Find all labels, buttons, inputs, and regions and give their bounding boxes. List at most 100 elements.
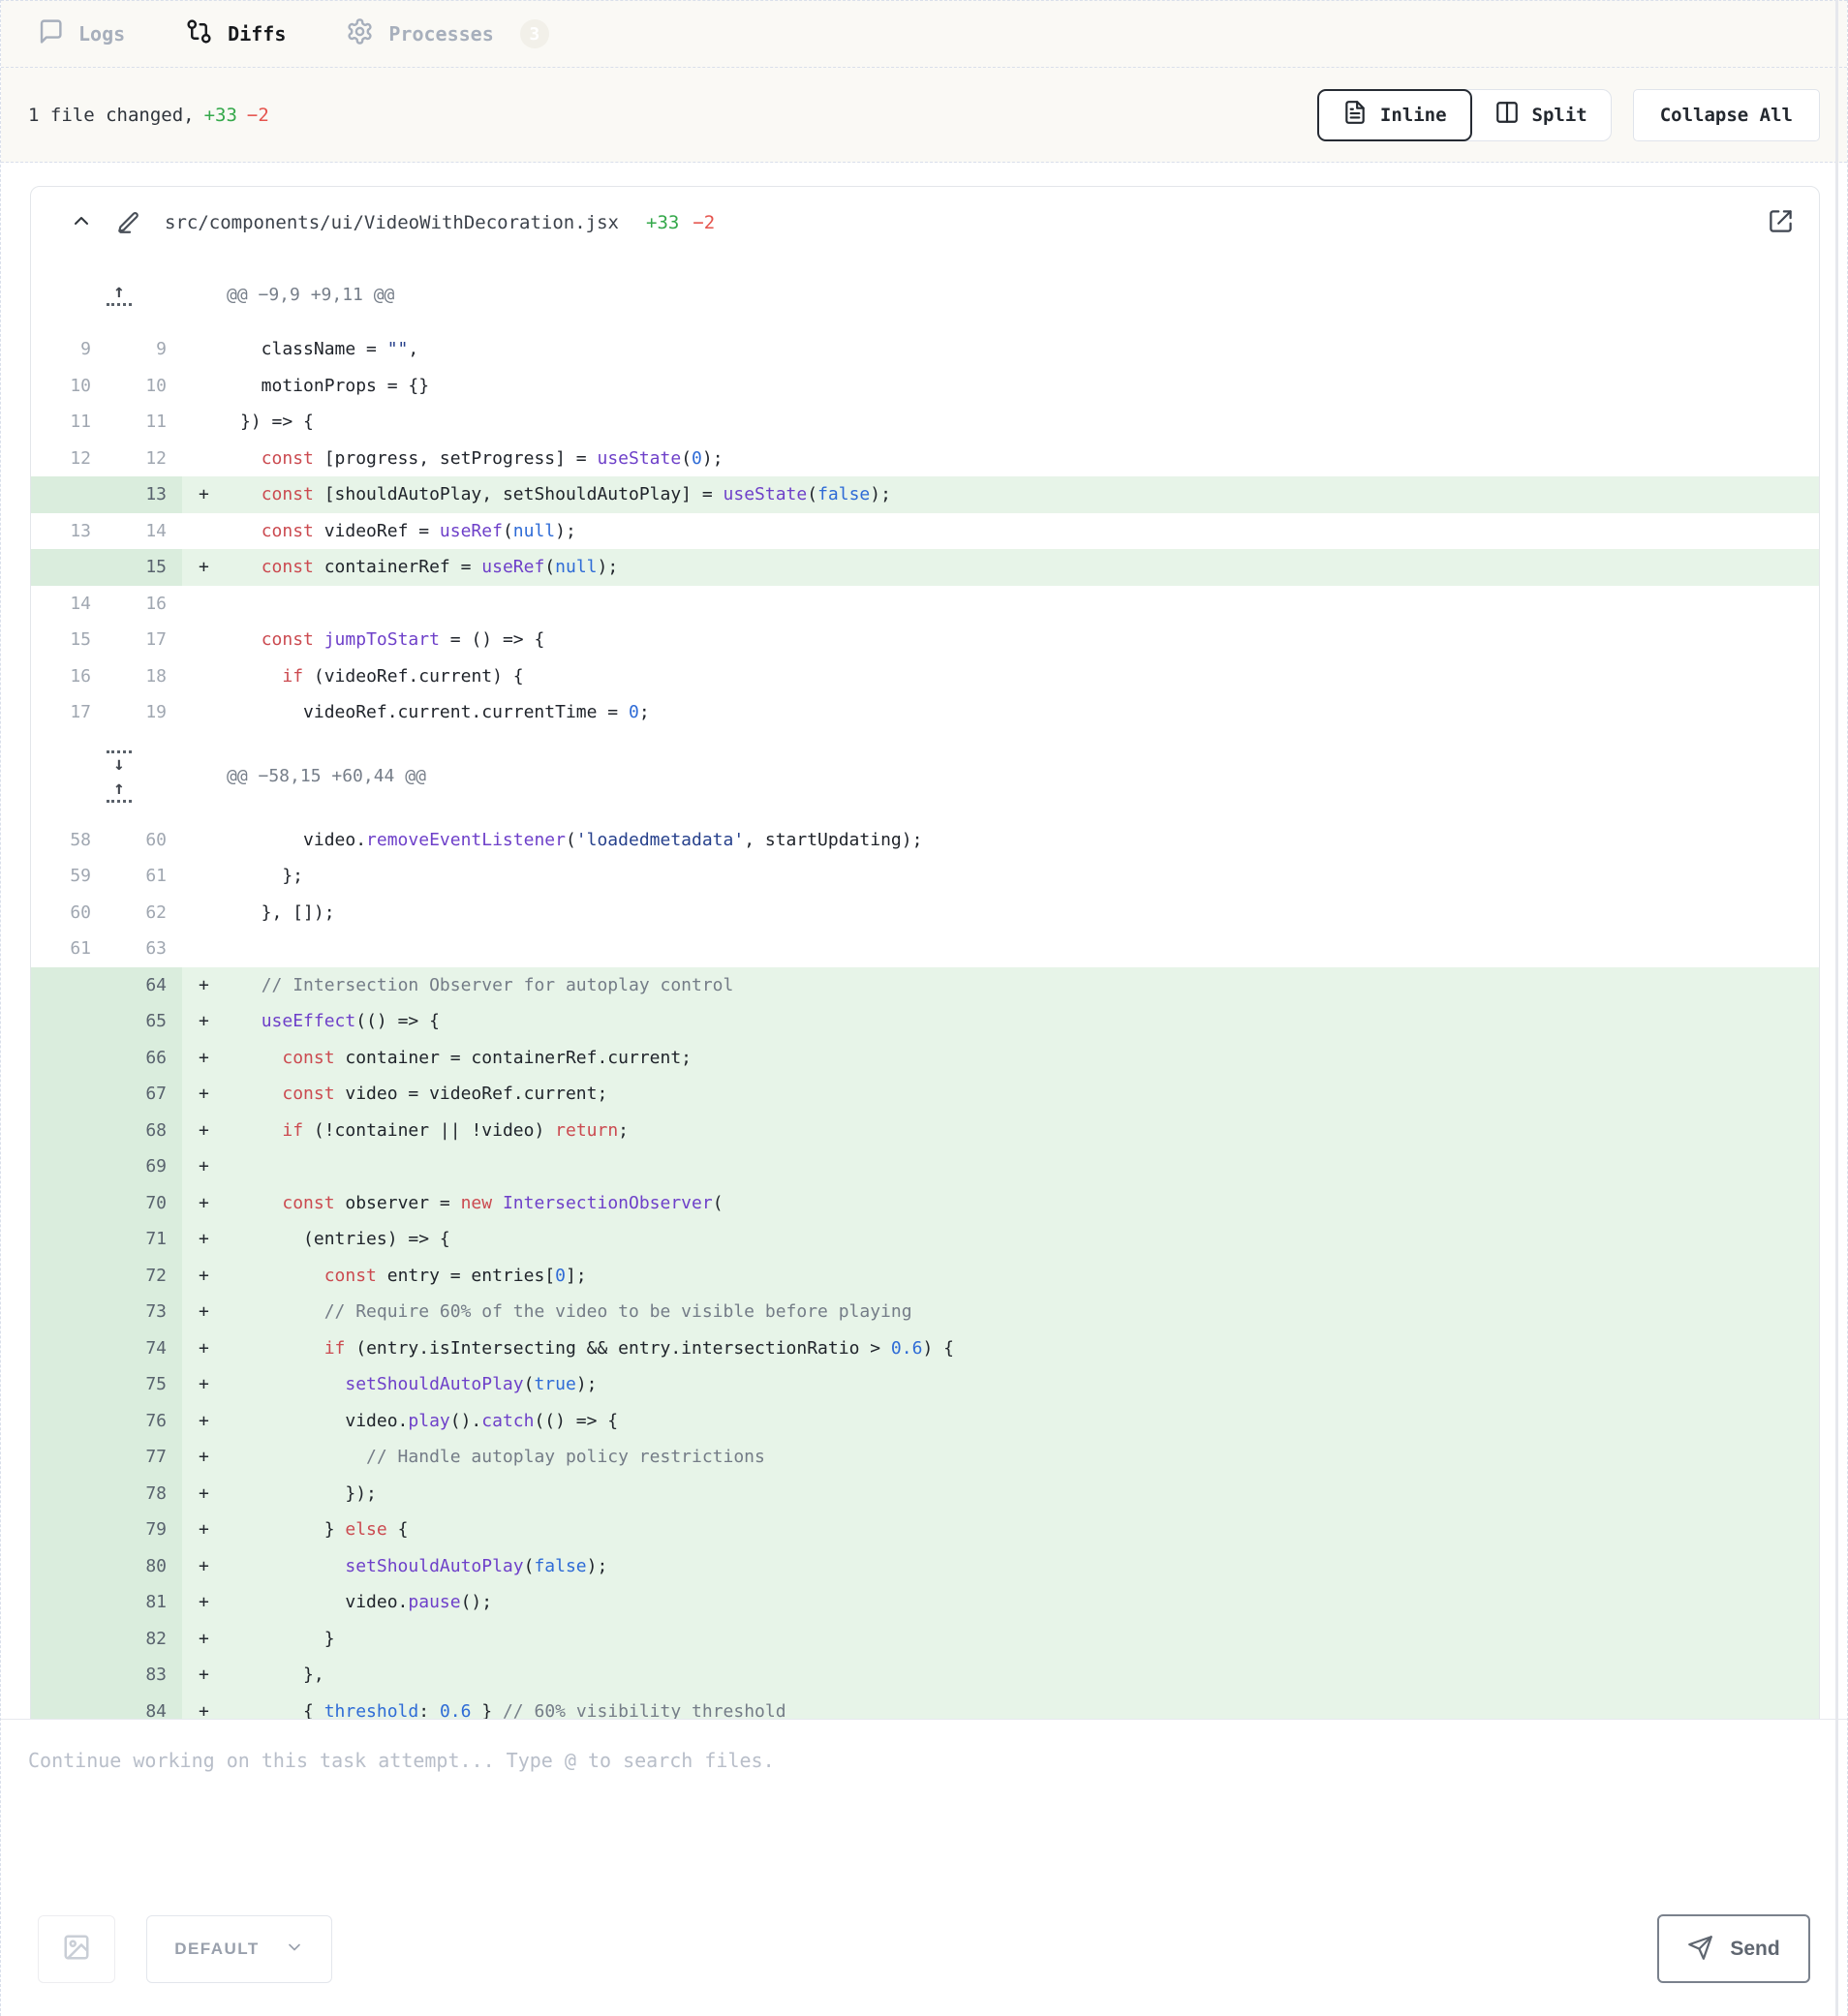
diff-line: 76 + video.play().catch(() => { [31,1402,1819,1439]
app-window: Logs Diffs Processes 3 1 file changed, +… [0,0,1848,2016]
open-file-external-button[interactable] [1768,208,1794,237]
old-line-number: 12 [70,447,91,469]
code-token: (() => { [534,1410,619,1431]
code-token: new [460,1192,493,1213]
vertical-scrollbar[interactable] [1835,0,1838,2016]
code-token: const [261,484,314,504]
code-token: }) => { [240,412,314,432]
old-line-number: 10 [70,375,91,396]
code-token: 0 [555,1265,566,1286]
old-line-number: 60 [70,901,91,923]
model-selector[interactable]: DEFAULT [146,1914,332,1983]
attach-image-button[interactable] [38,1914,115,1983]
new-line-number: 78 [107,1475,182,1512]
new-line-number: 15 [107,549,182,586]
old-line-number [31,1294,107,1330]
diff-line: 83 + }, [31,1657,1819,1694]
code-token: 0 [692,447,702,469]
tab-logs[interactable]: Logs [36,17,125,50]
old-line-number: 16 [70,665,91,687]
diff-toolbar: 1 file changed, +33 −2 Inline Split Coll… [1,68,1847,163]
new-line-number: 66 [107,1039,182,1076]
line-marker: + [199,1301,209,1322]
diff-line: 84 + { threshold: 0.6 } // 60% visibility… [31,1693,1819,1720]
old-line-number [31,1547,107,1584]
code-token: const [261,447,314,469]
line-code: if (entry.isIntersecting && entry.inters… [234,1330,1819,1367]
new-line-number: 12 [145,447,167,469]
new-line-number: 65 [107,1003,182,1040]
code-token: [shouldAutoPlay, setShouldAutoPlay] = [313,484,724,504]
line-code: setShouldAutoPlay(true); [234,1366,1819,1403]
line-marker: + [199,1265,209,1286]
code-token: // Intersection Observer for autoplay co… [261,974,734,995]
line-marker: + [199,1337,209,1359]
code-token: // Handle autoplay policy restrictions [366,1447,765,1467]
line-code: const container = containerRef.current; [234,1040,1819,1077]
code-token: observer = [334,1192,461,1213]
diff-line: 10 10 motionProps = {} [31,368,1819,405]
line-code: const [progress, setProgress] = useState… [234,441,1819,477]
old-line-number [31,1329,107,1366]
line-code: // Intersection Observer for autoplay co… [234,967,1819,1004]
new-line-number: 70 [107,1184,182,1221]
line-code: const entry = entries[0]; [234,1258,1819,1295]
gear-icon [346,17,374,50]
diff-line: 67 + const video = videoRef.current; [31,1076,1819,1113]
line-marker: + [199,1410,209,1431]
collapse-all-button[interactable]: Collapse All [1632,88,1820,141]
paper-plane-icon [1687,1935,1713,1964]
code-token: setShouldAutoPlay [345,1374,524,1394]
code-token: null [512,520,556,541]
dotted-line [107,799,132,803]
code-token: ]; [565,1265,587,1286]
code-token: const [261,629,314,650]
diff-line: 15 17 const jumpToStart = () => { [31,622,1819,658]
line-code: } [234,1621,1819,1658]
tab-processes[interactable]: Processes 3 [346,17,549,50]
old-line-number [31,1112,107,1148]
old-line-number: 58 [70,829,91,850]
code-token: const [282,1047,335,1068]
send-button[interactable]: Send [1657,1914,1810,1983]
code-token: removeEventListener [366,829,566,850]
expand-up-button[interactable]: ↑ [107,283,132,306]
new-line-number: 77 [107,1439,182,1476]
old-line-number [31,1003,107,1040]
diff-line: 73 + // Require 60% of the video to be vi… [31,1294,1819,1330]
line-code: video.pause(); [234,1584,1819,1621]
new-line-number: 18 [145,665,167,687]
chevron-up-icon [70,209,93,235]
new-line-number: 63 [145,938,167,959]
new-line-number: 75 [107,1366,182,1403]
inline-view-button[interactable]: Inline [1316,88,1472,141]
diff-line: 78 + }); [31,1475,1819,1512]
tab-diffs[interactable]: Diffs [185,17,286,50]
expand-up-button[interactable]: ↑ [107,779,132,803]
line-marker: + [199,1011,209,1031]
expand-down-button[interactable]: ↓ [107,749,132,774]
split-view-button[interactable]: Split [1471,90,1611,140]
code-token: motionProps = {} [240,375,430,396]
code-token: video = videoRef.current; [334,1084,608,1104]
diff-line: 12 12 const [progress, setProgress] = use… [31,441,1819,477]
code-token: } [240,1628,335,1649]
line-code [234,931,1819,967]
tab-label: Processes [388,22,494,46]
code-token: false [817,484,871,504]
code-token: videoRef.current.currentTime = [240,702,629,722]
code-token: return [555,1119,619,1141]
code-token: useState [723,484,808,504]
composer-input[interactable]: Continue working on this task attempt...… [28,1749,1820,1772]
collapse-file-button[interactable] [70,209,93,235]
additions-count: +33 [203,104,237,126]
code-token: : [418,1700,440,1720]
new-line-number: 60 [145,829,167,850]
summary-text: 1 file changed, [28,104,195,126]
hunk-row: ↑ @@ −9,9 +9,11 @@ [31,258,1819,331]
new-line-number: 62 [145,901,167,923]
